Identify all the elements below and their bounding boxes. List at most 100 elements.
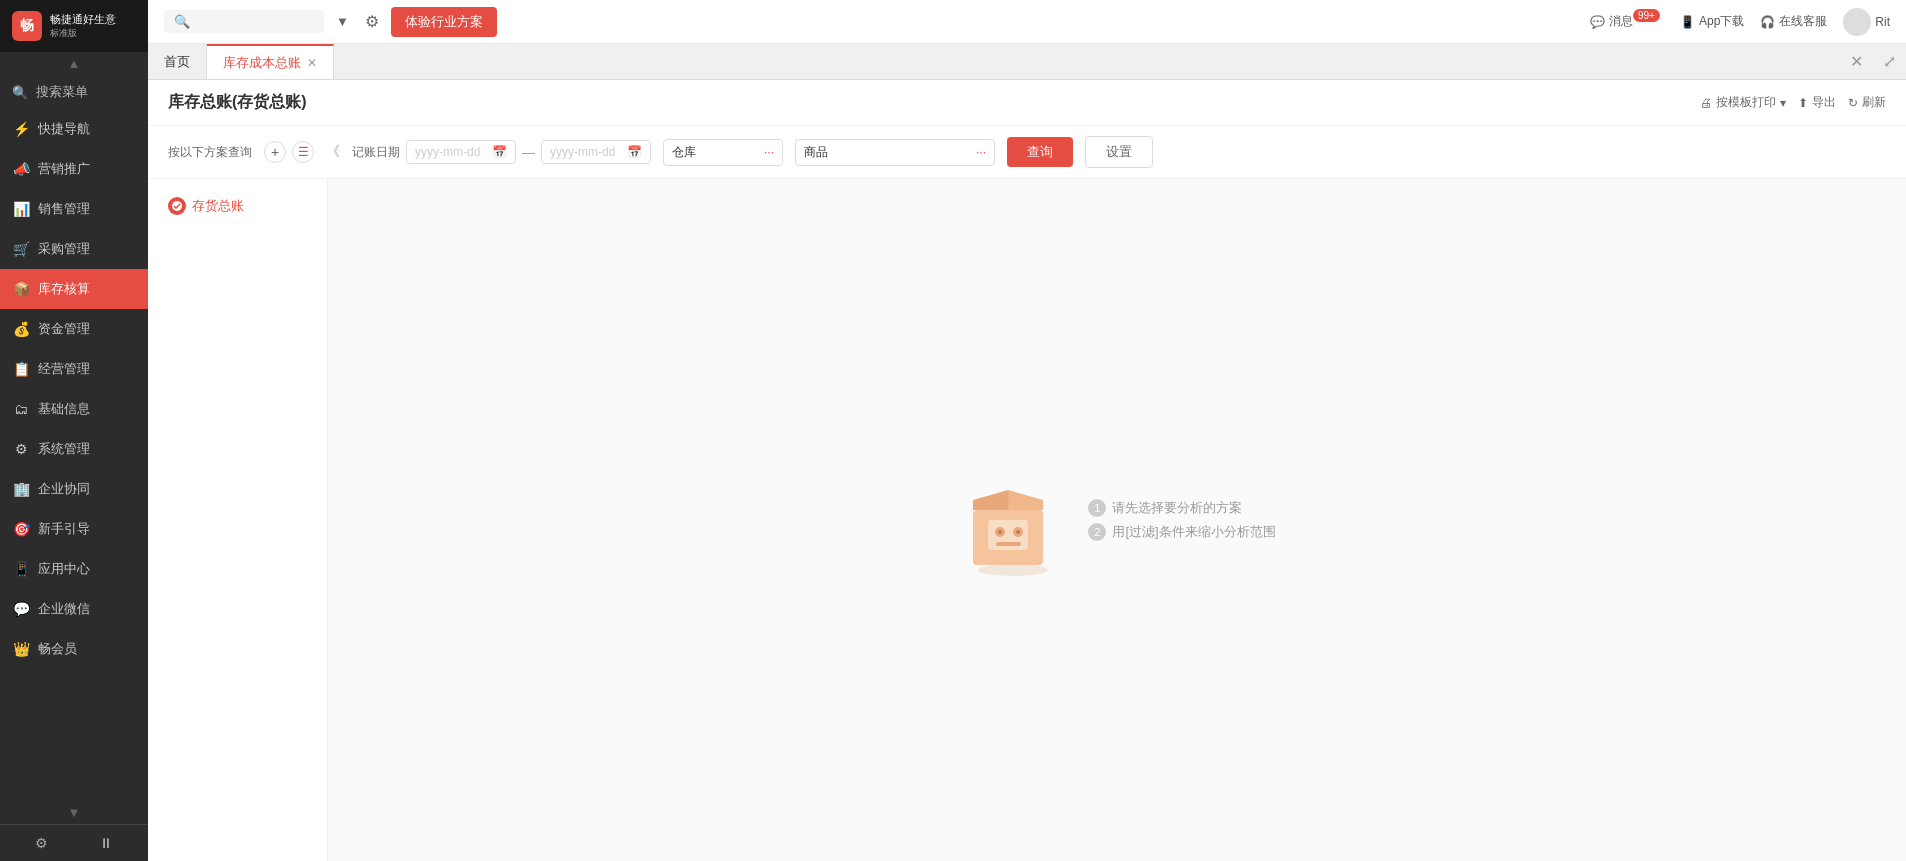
date-start-input[interactable]: yyyy-mm-dd 📅 bbox=[406, 140, 516, 164]
warehouse-more-btn[interactable]: ··· bbox=[764, 145, 774, 159]
empty-illustration bbox=[958, 470, 1058, 570]
date-start-placeholder: yyyy-mm-dd bbox=[415, 145, 480, 159]
goods-select[interactable]: 商品 ··· bbox=[795, 139, 995, 166]
tab-home-label: 首页 bbox=[164, 53, 190, 71]
message-icon: 💬 bbox=[1590, 15, 1605, 29]
sidebar-nav: ⚡ 快捷导航 📣 营销推广 📊 销售管理 🛒 采购管理 📦 库存核算 💰 资金管… bbox=[0, 109, 148, 801]
marketing-icon: 📣 bbox=[12, 161, 30, 177]
sidebar-item-label: 库存核算 bbox=[38, 280, 90, 298]
topbar-left: 🔍 ▼ ⚙ 体验行业方案 bbox=[164, 7, 1578, 37]
date-end-input[interactable]: yyyy-mm-dd 📅 bbox=[541, 140, 651, 164]
goods-label: 商品 bbox=[804, 144, 828, 161]
sidebar-item-label: 快捷导航 bbox=[38, 120, 90, 138]
search-menu-btn[interactable]: 🔍 搜索菜单 bbox=[0, 75, 148, 109]
sidebar-item-operations[interactable]: 📋 经营管理 bbox=[0, 349, 148, 389]
filter-actions: + ☰ bbox=[264, 141, 314, 163]
date-end-placeholder: yyyy-mm-dd bbox=[550, 145, 615, 159]
avatar bbox=[1843, 8, 1871, 36]
topbar-right: 💬 消息 99+ 📱 App下载 🎧 在线客服 Rit bbox=[1590, 8, 1890, 36]
settings-footer-btn[interactable]: ⚙ bbox=[35, 835, 48, 851]
topbar: 🔍 ▼ ⚙ 体验行业方案 💬 消息 99+ 📱 App下载 🎧 在线客服 bbox=[148, 0, 1906, 44]
app-download-btn[interactable]: 📱 App下载 bbox=[1680, 13, 1744, 30]
page-header: 库存总账(存货总账) 🖨 按模板打印 ▾ ⬆ 导出 ↻ 刷新 bbox=[148, 80, 1906, 126]
operations-icon: 📋 bbox=[12, 361, 30, 377]
query-btn[interactable]: 查询 bbox=[1007, 137, 1073, 167]
app-download-label: App下载 bbox=[1699, 13, 1744, 30]
search-topbar-icon: 🔍 bbox=[174, 14, 190, 29]
sidebar-item-purchase[interactable]: 🛒 采购管理 bbox=[0, 229, 148, 269]
main-area: 🔍 ▼ ⚙ 体验行业方案 💬 消息 99+ 📱 App下载 🎧 在线客服 bbox=[148, 0, 1906, 861]
sidebar-item-basic[interactable]: 🗂 基础信息 bbox=[0, 389, 148, 429]
scroll-down-btn[interactable]: ▼ bbox=[0, 801, 148, 824]
search-icon: 🔍 bbox=[12, 85, 28, 100]
scroll-up-btn[interactable]: ▲ bbox=[0, 52, 148, 75]
filter-collapse-btn[interactable]: 《 bbox=[326, 143, 340, 161]
inventory-icon: 📦 bbox=[12, 281, 30, 297]
message-btn[interactable]: 💬 消息 99+ bbox=[1590, 13, 1664, 30]
tab-close-btn[interactable]: ✕ bbox=[307, 56, 317, 70]
app-logo: 畅 畅捷通好生意 标准版 bbox=[0, 0, 148, 52]
filter-area: 按以下方案查询 + ☰ 《 记账日期 yyyy-mm-dd 📅 — yyyy-m… bbox=[148, 126, 1906, 179]
print-btn[interactable]: 🖨 按模板打印 ▾ bbox=[1700, 94, 1786, 111]
system-icon: ⚙ bbox=[12, 441, 30, 457]
tab-inventory-cost[interactable]: 库存成本总账 ✕ bbox=[207, 44, 334, 79]
svg-marker-3 bbox=[973, 490, 1008, 510]
settings-btn[interactable]: 设置 bbox=[1085, 136, 1153, 168]
export-btn[interactable]: ⬆ 导出 bbox=[1798, 94, 1836, 111]
calendar-end-icon: 📅 bbox=[627, 145, 642, 159]
empty-content: 1 请先选择要分析的方案 2 用[过滤]条件来缩小分析范围 bbox=[958, 470, 1275, 570]
filter-menu-btn[interactable]: ☰ bbox=[292, 141, 314, 163]
empty-area: 1 请先选择要分析的方案 2 用[过滤]条件来缩小分析范围 bbox=[328, 179, 1906, 861]
app-badge: 标准版 bbox=[50, 27, 116, 40]
user-profile-btn[interactable]: Rit bbox=[1843, 8, 1890, 36]
sidebar-item-inventory[interactable]: 📦 库存核算 bbox=[0, 269, 148, 309]
sidebar: 畅 畅捷通好生意 标准版 ▲ 🔍 搜索菜单 ⚡ 快捷导航 📣 营销推广 📊 销售… bbox=[0, 0, 148, 861]
svg-rect-11 bbox=[996, 542, 1021, 546]
page-title: 库存总账(存货总账) bbox=[168, 92, 307, 113]
tab-home[interactable]: 首页 bbox=[148, 44, 207, 79]
tabs-bar: 首页 库存成本总账 ✕ ✕ ⤢ bbox=[148, 44, 1906, 80]
wechat-icon: 💬 bbox=[12, 601, 30, 617]
sidebar-item-wechat[interactable]: 💬 企业微信 bbox=[0, 589, 148, 629]
svg-point-1 bbox=[978, 564, 1048, 576]
sidebar-item-label: 营销推广 bbox=[38, 160, 90, 178]
online-service-label: 在线客服 bbox=[1779, 13, 1827, 30]
online-service-btn[interactable]: 🎧 在线客服 bbox=[1760, 13, 1827, 30]
message-label: 消息 bbox=[1609, 13, 1633, 30]
print-dropdown-icon[interactable]: ▾ bbox=[1780, 96, 1786, 110]
refresh-icon: ↻ bbox=[1848, 96, 1858, 110]
inventory-ledger-icon bbox=[168, 197, 186, 215]
refresh-btn[interactable]: ↻ 刷新 bbox=[1848, 94, 1886, 111]
warehouse-select[interactable]: 仓库 ··· bbox=[663, 139, 783, 166]
sidebar-item-vip[interactable]: 👑 畅会员 bbox=[0, 629, 148, 669]
sidebar-item-marketing[interactable]: 📣 营销推广 bbox=[0, 149, 148, 189]
sidebar-item-sales[interactable]: 📊 销售管理 bbox=[0, 189, 148, 229]
sidebar-item-finance[interactable]: 💰 资金管理 bbox=[0, 309, 148, 349]
sub-filter-inventory[interactable]: 存货总账 bbox=[158, 189, 317, 223]
tab-panel-close-btn[interactable]: ✕ bbox=[1840, 52, 1873, 71]
sub-filter-left: 存货总账 bbox=[148, 179, 328, 861]
sub-content-area: 存货总账 bbox=[148, 179, 1906, 861]
hint-num-2: 2 bbox=[1088, 523, 1106, 541]
sidebar-item-enterprise[interactable]: 🏢 企业协同 bbox=[0, 469, 148, 509]
tab-expand-btn[interactable]: ⤢ bbox=[1873, 52, 1906, 71]
filter-add-btn[interactable]: + bbox=[264, 141, 286, 163]
sidebar-item-app-center[interactable]: 📱 应用中心 bbox=[0, 549, 148, 589]
sidebar-item-label: 系统管理 bbox=[38, 440, 90, 458]
warehouse-label: 仓库 bbox=[672, 144, 696, 161]
goods-more-btn[interactable]: ··· bbox=[976, 145, 986, 159]
content-area: 库存总账(存货总账) 🖨 按模板打印 ▾ ⬆ 导出 ↻ 刷新 按以下方案查询 bbox=[148, 80, 1906, 861]
sidebar-item-system[interactable]: ⚙ 系统管理 bbox=[0, 429, 148, 469]
topbar-settings-btn[interactable]: ⚙ bbox=[361, 8, 383, 35]
export-icon: ⬆ bbox=[1798, 96, 1808, 110]
finance-icon: 💰 bbox=[12, 321, 30, 337]
industry-btn[interactable]: 体验行业方案 bbox=[391, 7, 497, 37]
sidebar-item-quick-nav[interactable]: ⚡ 快捷导航 bbox=[0, 109, 148, 149]
calendar-start-icon: 📅 bbox=[492, 145, 507, 159]
sidebar-item-beginner[interactable]: 🎯 新手引导 bbox=[0, 509, 148, 549]
empty-hint-1: 请先选择要分析的方案 bbox=[1112, 499, 1242, 517]
topbar-search-box[interactable]: 🔍 bbox=[164, 10, 324, 33]
topbar-dropdown-btn[interactable]: ▼ bbox=[332, 10, 353, 33]
audio-footer-btn[interactable]: ⏸ bbox=[99, 835, 113, 851]
search-menu-label: 搜索菜单 bbox=[36, 83, 88, 101]
